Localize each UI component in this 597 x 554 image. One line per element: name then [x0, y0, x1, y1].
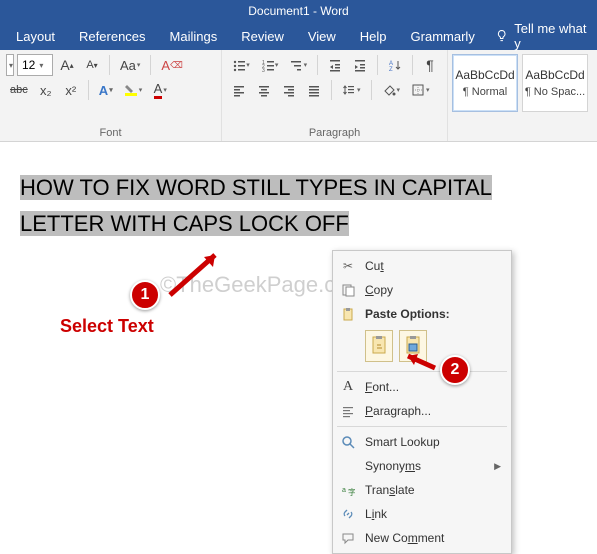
chevron-right-icon: ▶ — [494, 461, 501, 472]
tab-mailings[interactable]: Mailings — [158, 22, 230, 50]
decrease-font-button[interactable]: A▾ — [81, 54, 103, 76]
indent-icon — [353, 58, 367, 72]
tab-review[interactable]: Review — [229, 22, 296, 50]
sort-icon: AZ — [388, 58, 402, 72]
group-font-label: Font — [6, 125, 215, 139]
clear-format-button[interactable]: A⌫ — [157, 54, 186, 76]
svg-text:Z: Z — [389, 67, 393, 72]
selected-text-line2[interactable]: LETTER WITH CAPS LOCK OFF — [20, 211, 349, 236]
change-case-button[interactable]: Aa▾ — [116, 54, 144, 76]
ribbon: ▾ 12▾ A▴ A▾ Aa▾ A⌫ abc x₂ x² A▾ ▾ A▾ Fon… — [0, 50, 597, 142]
ribbon-tabs: Layout References Mailings Review View H… — [0, 22, 597, 50]
page: HOW TO FIX WORD STILL TYPES IN CAPITAL L… — [20, 170, 580, 243]
borders-icon — [411, 83, 425, 97]
selected-text-line1[interactable]: HOW TO FIX WORD STILL TYPES IN CAPITAL — [20, 175, 492, 200]
style-no-spacing[interactable]: AaBbCcDd ¶ No Spac... — [522, 54, 588, 112]
group-font: ▾ 12▾ A▴ A▾ Aa▾ A⌫ abc x₂ x² A▾ ▾ A▾ Fon… — [0, 50, 222, 141]
multilevel-icon — [289, 58, 302, 72]
group-paragraph: ▾ 123▾ ▾ AZ ¶ ▾ ▾ ▾ — [222, 50, 448, 141]
context-menu: ✂ Cut Copy Paste Options: A Font... Para… — [332, 250, 512, 554]
svg-text:a: a — [342, 487, 346, 494]
decrease-indent-button[interactable] — [324, 54, 346, 76]
menu-paste-header: Paste Options: — [333, 302, 511, 326]
align-right-icon — [282, 83, 296, 97]
annotation-label-1: Select Text — [60, 316, 154, 337]
bullets-icon — [232, 58, 245, 72]
subscript-button[interactable]: x₂ — [35, 79, 57, 101]
scissors-icon: ✂ — [339, 257, 357, 275]
paragraph-icon — [339, 402, 357, 420]
line-spacing-icon — [342, 83, 356, 97]
multilevel-button[interactable]: ▾ — [285, 54, 311, 76]
bullets-button[interactable]: ▾ — [228, 54, 254, 76]
strikethrough-button[interactable]: abc — [6, 79, 32, 101]
justify-button[interactable] — [303, 79, 325, 101]
link-icon — [339, 505, 357, 523]
svg-text:3: 3 — [262, 68, 265, 72]
tab-layout[interactable]: Layout — [4, 22, 67, 50]
lightbulb-icon — [495, 29, 508, 43]
annotation-arrow-2 — [400, 350, 440, 375]
outdent-icon — [328, 58, 342, 72]
tab-references[interactable]: References — [67, 22, 157, 50]
justify-icon — [307, 83, 321, 97]
clipboard-icon — [339, 305, 357, 323]
align-left-button[interactable] — [228, 79, 250, 101]
tell-me-label: Tell me what y — [514, 21, 593, 51]
annotation-badge-2: 2 — [440, 355, 470, 385]
sort-button[interactable]: AZ — [384, 54, 406, 76]
highlight-icon — [124, 83, 138, 97]
increase-font-button[interactable]: A▴ — [56, 54, 78, 76]
annotation-arrow — [160, 245, 230, 305]
font-color-button[interactable]: A▾ — [149, 79, 171, 101]
group-paragraph-label: Paragraph — [228, 125, 441, 139]
tab-view[interactable]: View — [296, 22, 348, 50]
menu-link[interactable]: Link — [333, 502, 511, 526]
tell-me[interactable]: Tell me what y — [495, 21, 593, 51]
numbering-button[interactable]: 123▾ — [257, 54, 283, 76]
menu-smart-lookup[interactable]: Smart Lookup — [333, 430, 511, 454]
borders-button[interactable]: ▾ — [407, 79, 434, 101]
tab-help[interactable]: Help — [348, 22, 399, 50]
font-name-combo[interactable]: ▾ — [6, 54, 14, 76]
font-size-combo[interactable]: 12▾ — [17, 54, 53, 76]
copy-icon — [339, 281, 357, 299]
text-effects-button[interactable]: A▾ — [95, 79, 117, 101]
menu-font[interactable]: A Font... — [333, 375, 511, 399]
increase-indent-button[interactable] — [349, 54, 371, 76]
annotation-badge-1: 1 — [130, 280, 160, 310]
menu-paragraph[interactable]: Paragraph... — [333, 399, 511, 423]
svg-text:字: 字 — [348, 487, 355, 497]
show-marks-button[interactable]: ¶ — [419, 54, 441, 76]
font-a-icon: A — [339, 378, 357, 396]
align-center-icon — [257, 83, 271, 97]
menu-cut[interactable]: ✂ Cut — [333, 254, 511, 278]
line-spacing-button[interactable]: ▾ — [338, 79, 365, 101]
numbering-icon: 123 — [261, 58, 274, 72]
paste-keep-source[interactable] — [365, 330, 393, 362]
align-left-icon — [232, 83, 246, 97]
superscript-button[interactable]: x² — [60, 79, 82, 101]
tab-grammarly[interactable]: Grammarly — [399, 22, 487, 50]
paint-bucket-icon — [382, 83, 396, 97]
menu-copy[interactable]: Copy — [333, 278, 511, 302]
style-normal[interactable]: AaBbCcDd ¶ Normal — [452, 54, 518, 112]
align-center-button[interactable] — [253, 79, 275, 101]
menu-new-comment[interactable]: New Comment — [333, 526, 511, 550]
align-right-button[interactable] — [278, 79, 300, 101]
comment-icon — [339, 529, 357, 547]
highlight-button[interactable]: ▾ — [120, 79, 147, 101]
title-bar: Document1 - Word — [0, 0, 597, 22]
window-title: Document1 - Word — [248, 4, 348, 18]
menu-translate[interactable]: a字 Translate — [333, 478, 511, 502]
shading-button[interactable]: ▾ — [378, 79, 405, 101]
search-icon — [339, 433, 357, 451]
translate-icon: a字 — [339, 481, 357, 499]
menu-synonyms[interactable]: Synonyms ▶ — [333, 454, 511, 478]
group-styles: AaBbCcDd ¶ Normal AaBbCcDd ¶ No Spac... — [448, 50, 592, 141]
